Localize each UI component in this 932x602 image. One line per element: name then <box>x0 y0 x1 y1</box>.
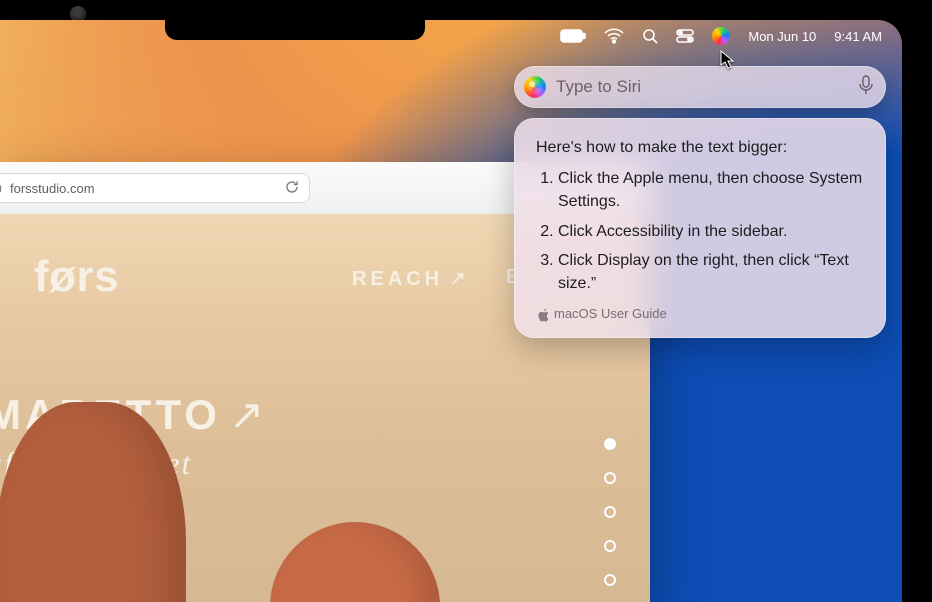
control-center-icon[interactable] <box>676 29 694 43</box>
microphone-icon[interactable] <box>858 75 874 99</box>
reload-icon[interactable] <box>285 180 299 197</box>
siri-response-card: Here's how to make the text bigger: Clic… <box>514 118 886 338</box>
site-logo[interactable]: førs <box>34 252 119 302</box>
carousel-dot[interactable] <box>604 574 616 586</box>
siri-menu-icon[interactable] <box>712 27 730 45</box>
carousel-dots <box>604 438 616 586</box>
spotlight-icon[interactable] <box>642 28 658 44</box>
pointer-cursor <box>720 50 736 75</box>
url-text: forsstudio.com <box>10 181 95 196</box>
desktop: Mon Jun 10 9:41 AM Here's how to make th… <box>0 20 902 602</box>
siri-text-input[interactable] <box>556 77 848 97</box>
siri-response-steps: Click the Apple menu, then choose System… <box>536 167 866 295</box>
nav-link-reach[interactable]: REACH <box>352 266 470 291</box>
battery-icon[interactable] <box>560 29 586 43</box>
address-bar[interactable]: forsstudio.com <box>0 173 310 203</box>
siri-source-link[interactable]: macOS User Guide <box>536 305 866 324</box>
siri-step: Click the Apple menu, then choose System… <box>558 167 866 213</box>
carousel-dot[interactable] <box>604 472 616 484</box>
siri-icon <box>524 76 546 98</box>
wifi-icon[interactable] <box>604 28 624 44</box>
carousel-dot[interactable] <box>604 438 616 450</box>
siri-response-title: Here's how to make the text bigger: <box>536 136 866 159</box>
carousel-dot[interactable] <box>604 540 616 552</box>
carousel-dot[interactable] <box>604 506 616 518</box>
menu-bar: Mon Jun 10 9:41 AM <box>0 20 902 52</box>
site-nav: REACH B <box>352 266 524 291</box>
product-image-cup <box>270 522 440 602</box>
menubar-date[interactable]: Mon Jun 10 <box>748 29 816 44</box>
siri-step: Click Accessibility in the sidebar. <box>558 220 866 243</box>
menubar-time[interactable]: 9:41 AM <box>834 29 882 44</box>
siri-input-bar[interactable] <box>514 66 886 108</box>
siri-step: Click Display on the right, then click “… <box>558 249 866 295</box>
lock-icon <box>0 180 2 196</box>
